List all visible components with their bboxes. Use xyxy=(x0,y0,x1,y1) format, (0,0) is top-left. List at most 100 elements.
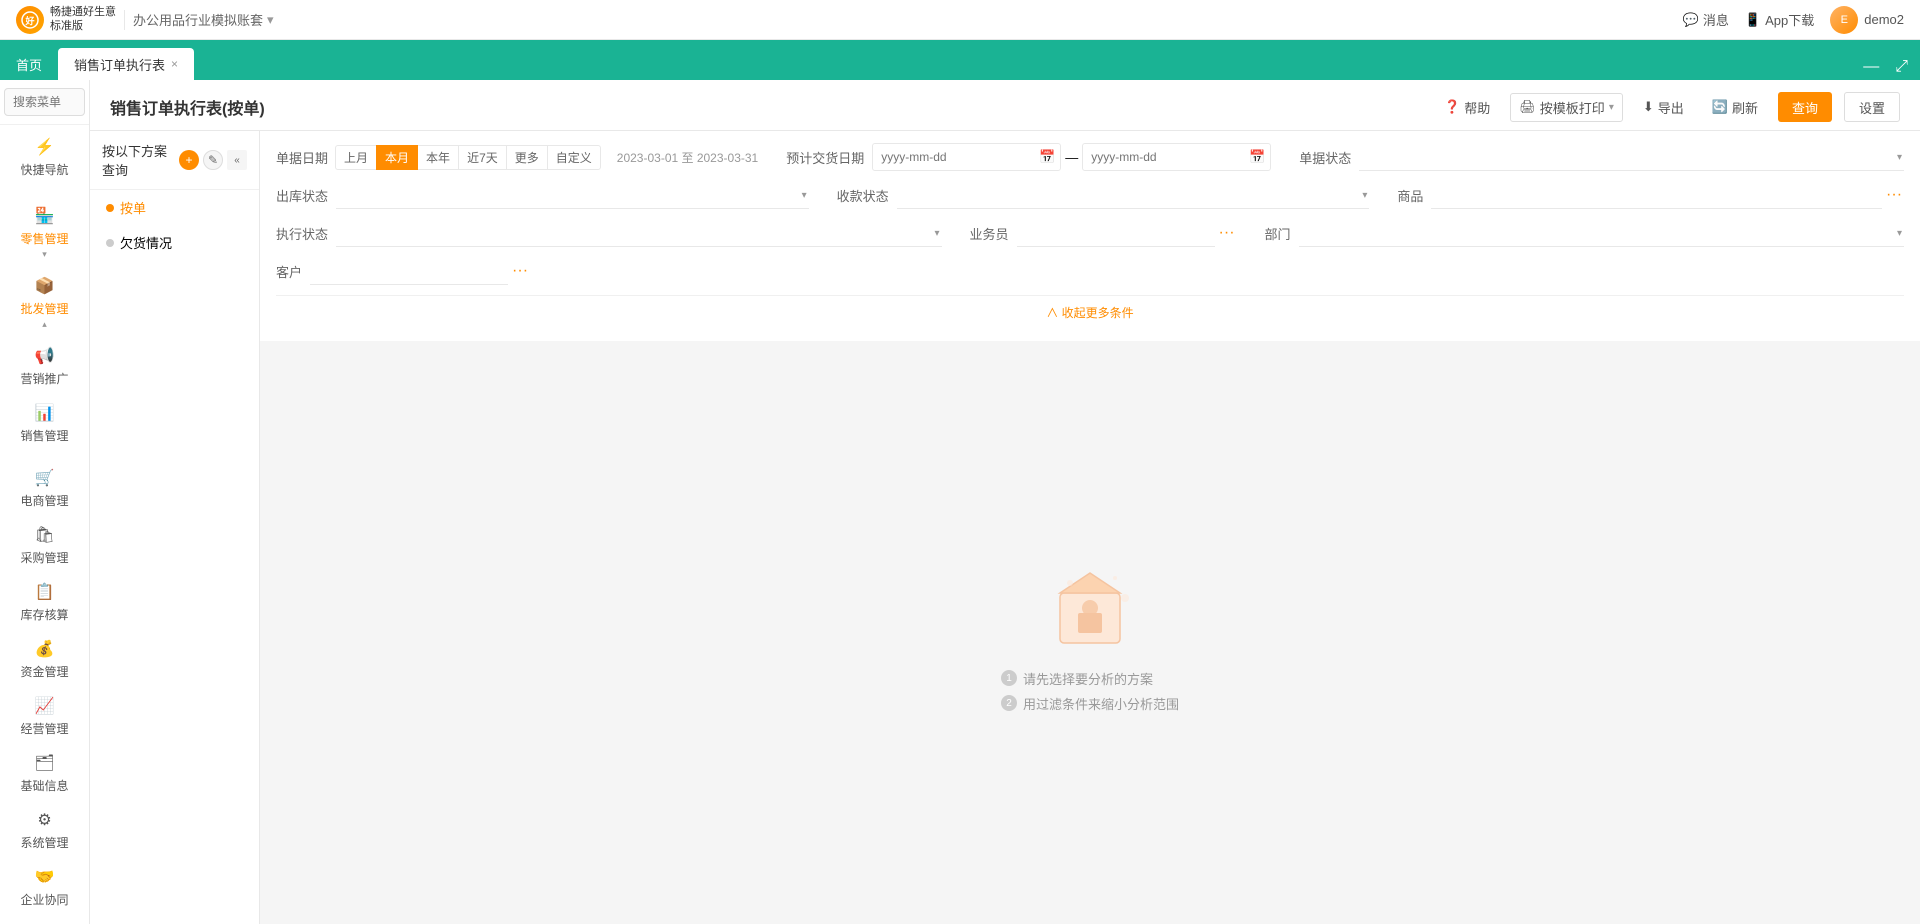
left-panel-collapse-btn[interactable]: « xyxy=(227,150,247,170)
status-select[interactable] xyxy=(1359,143,1904,171)
sidebar-item-basic-info[interactable]: 🗂 基础信息 xyxy=(0,745,89,802)
date-tab-this-year[interactable]: 本年 xyxy=(417,145,459,170)
item-dot-gray xyxy=(106,239,114,247)
breadcrumb[interactable]: 办公用品行业模拟账套 ▾ xyxy=(133,10,274,29)
salesman-field-wrapper: ··· xyxy=(1017,219,1237,247)
content-body: 按以下方案查询 + ✎ « 按单 欠货情况 xyxy=(90,131,1920,924)
dept-select[interactable] xyxy=(1299,219,1904,247)
tab-minimize-btn[interactable]: — xyxy=(1859,54,1883,80)
date-tab-this-month[interactable]: 本月 xyxy=(376,145,418,170)
item-dot-orange xyxy=(106,204,114,212)
marketing-icon: 📢 xyxy=(35,346,55,366)
filter-row-customer: 客户 ··· xyxy=(276,257,1904,285)
help-btn[interactable]: ❓ 帮助 xyxy=(1436,94,1498,121)
expected-date-range: 📅 — 📅 xyxy=(872,143,1271,171)
salesman-dots-btn[interactable]: ··· xyxy=(1217,224,1237,242)
tab-sales-order[interactable]: 销售订单执行表 × xyxy=(58,48,194,80)
export-icon: ⬇ xyxy=(1643,99,1654,115)
customer-input[interactable] xyxy=(310,257,508,285)
print-chevron: ▾ xyxy=(1609,102,1614,113)
dept-field-label: 部门 xyxy=(1265,224,1291,243)
payment-field-label: 收款状态 xyxy=(837,186,889,205)
delivery-select[interactable] xyxy=(336,181,809,209)
exec-select[interactable] xyxy=(336,219,941,247)
empty-text: 1 请先选择要分析的方案 2 用过滤条件来缩小分析范围 xyxy=(1001,669,1179,713)
sidebar-item-sales[interactable]: 📊 销售管理 xyxy=(0,395,89,452)
goods-input[interactable] xyxy=(1431,181,1882,209)
page-header: 销售订单执行表(按单) ❓ 帮助 🖨 按模板打印 ▾ ⬇ 导出 xyxy=(90,80,1920,131)
sidebar-item-newbie[interactable]: 🎯 新手引导 xyxy=(0,916,89,924)
message-action[interactable]: 💬 消息 xyxy=(1683,10,1729,29)
sidebar-item-ecommerce[interactable]: 🛒 电商管理 xyxy=(0,460,89,517)
customer-dots-btn[interactable]: ··· xyxy=(510,262,530,280)
user-area[interactable]: E demo2 xyxy=(1830,6,1904,34)
filter-row-delivery: 出库状态 ▾ 收款状态 ▾ xyxy=(276,181,1904,209)
status-field-label: 单据状态 xyxy=(1299,148,1351,167)
payment-select[interactable] xyxy=(897,181,1370,209)
quick-nav-icon: ⚡ xyxy=(35,137,55,157)
sidebar-item-marketing[interactable]: 📢 营销推广 xyxy=(0,338,89,395)
collapse-icon: ∧ xyxy=(1046,306,1061,320)
logo-text: 畅捷通好生意 标准版 xyxy=(50,6,116,32)
salesman-field-label: 业务员 xyxy=(970,224,1009,243)
export-btn[interactable]: ⬇ 导出 xyxy=(1635,94,1692,121)
message-icon: 💬 xyxy=(1683,12,1699,28)
refresh-btn[interactable]: 🔄 刷新 xyxy=(1704,94,1766,121)
sidebar-item-wholesale[interactable]: 📦 批发管理 ▴ xyxy=(0,268,89,338)
date-field-label: 单据日期 xyxy=(276,148,328,167)
print-icon: 🖨 xyxy=(1519,99,1536,115)
left-panel-item-dandan[interactable]: 按单 xyxy=(90,190,259,225)
tab-bar: 首页 销售订单执行表 × — ⤢ xyxy=(0,40,1920,80)
tab-home[interactable]: 首页 xyxy=(0,48,58,80)
tab-close-icon[interactable]: × xyxy=(171,57,178,71)
system-icon: ⚙ xyxy=(37,810,51,830)
sidebar-item-system[interactable]: ⚙ 系统管理 xyxy=(0,802,89,859)
print-btn[interactable]: 🖨 按模板打印 ▾ xyxy=(1510,93,1623,122)
date-tab-7days[interactable]: 近7天 xyxy=(458,145,507,170)
finance-icon: 💰 xyxy=(35,639,55,659)
sidebar-item-enterprise-collab[interactable]: 🤝 企业协同 xyxy=(0,859,89,916)
sidebar-item-purchase[interactable]: 🛍 采购管理 xyxy=(0,517,89,574)
salesman-input[interactable] xyxy=(1017,219,1215,247)
left-panel-item-shortage[interactable]: 欠货情况 xyxy=(90,225,259,260)
header-right: 💬 消息 📱 App下载 E demo2 xyxy=(1683,6,1904,34)
sidebar-item-quick-nav[interactable]: ⚡ 快捷导航 xyxy=(0,129,89,186)
sidebar-item-finance[interactable]: 💰 资金管理 xyxy=(0,631,89,688)
logo-icon: 好 xyxy=(16,6,44,34)
sidebar-item-inventory[interactable]: 📋 库存核算 xyxy=(0,574,89,631)
logo-area: 好 畅捷通好生意 标准版 xyxy=(16,6,116,34)
top-header: 好 畅捷通好生意 标准版 办公用品行业模拟账套 ▾ 💬 消息 📱 App下载 E… xyxy=(0,0,1920,40)
date-tab-last-month[interactable]: 上月 xyxy=(335,145,377,170)
main-layout: ⚡ 快捷导航 🏪 零售管理 ▾ 📦 批发管理 ▴ 📢 营销推广 📊 销售管理 🛒… xyxy=(0,80,1920,924)
date-range-text: 2023-03-01 至 2023-03-31 xyxy=(617,149,758,166)
left-panel-edit-btn[interactable]: ✎ xyxy=(203,150,223,170)
sidebar-item-retail[interactable]: 🏪 零售管理 ▾ xyxy=(0,198,89,268)
collapse-more-btn[interactable]: ∧ 收起更多条件 xyxy=(276,295,1904,329)
goods-dots-btn[interactable]: ··· xyxy=(1884,186,1904,204)
delivery-select-wrapper: ▾ xyxy=(336,181,809,209)
left-panel-header: 按以下方案查询 + ✎ « xyxy=(90,131,259,190)
date-tab-custom[interactable]: 自定义 xyxy=(547,145,601,170)
query-btn[interactable]: 查询 xyxy=(1778,92,1832,122)
wholesale-icon: 📦 xyxy=(35,276,55,296)
tab-bar-actions: — ⤢ xyxy=(1859,54,1920,80)
page-title: 销售订单执行表(按单) xyxy=(110,95,265,119)
app-download-action[interactable]: 📱 App下载 xyxy=(1745,10,1814,29)
settings-btn[interactable]: 设置 xyxy=(1844,92,1900,122)
sidebar-search-input[interactable] xyxy=(4,88,85,116)
left-panel-title: 按以下方案查询 xyxy=(102,141,179,179)
tab-maximize-btn[interactable]: ⤢ xyxy=(1891,54,1912,80)
date-end-input[interactable] xyxy=(1082,143,1271,171)
sidebar-top xyxy=(0,80,89,125)
purchase-icon: 🛍 xyxy=(34,525,54,545)
exec-field-label: 执行状态 xyxy=(276,224,328,243)
left-panel-add-btn[interactable]: + xyxy=(179,150,199,170)
user-avatar: E xyxy=(1830,6,1858,34)
sidebar-item-operations[interactable]: 📈 经营管理 xyxy=(0,688,89,745)
date-tab-more[interactable]: 更多 xyxy=(506,145,548,170)
date-start-input[interactable] xyxy=(872,143,1061,171)
retail-icon: 🏪 xyxy=(35,206,55,226)
basic-info-icon: 🗂 xyxy=(34,753,54,773)
date-start-wrapper: 📅 xyxy=(872,143,1061,171)
expected-date-label: 预计交货日期 xyxy=(786,148,864,167)
